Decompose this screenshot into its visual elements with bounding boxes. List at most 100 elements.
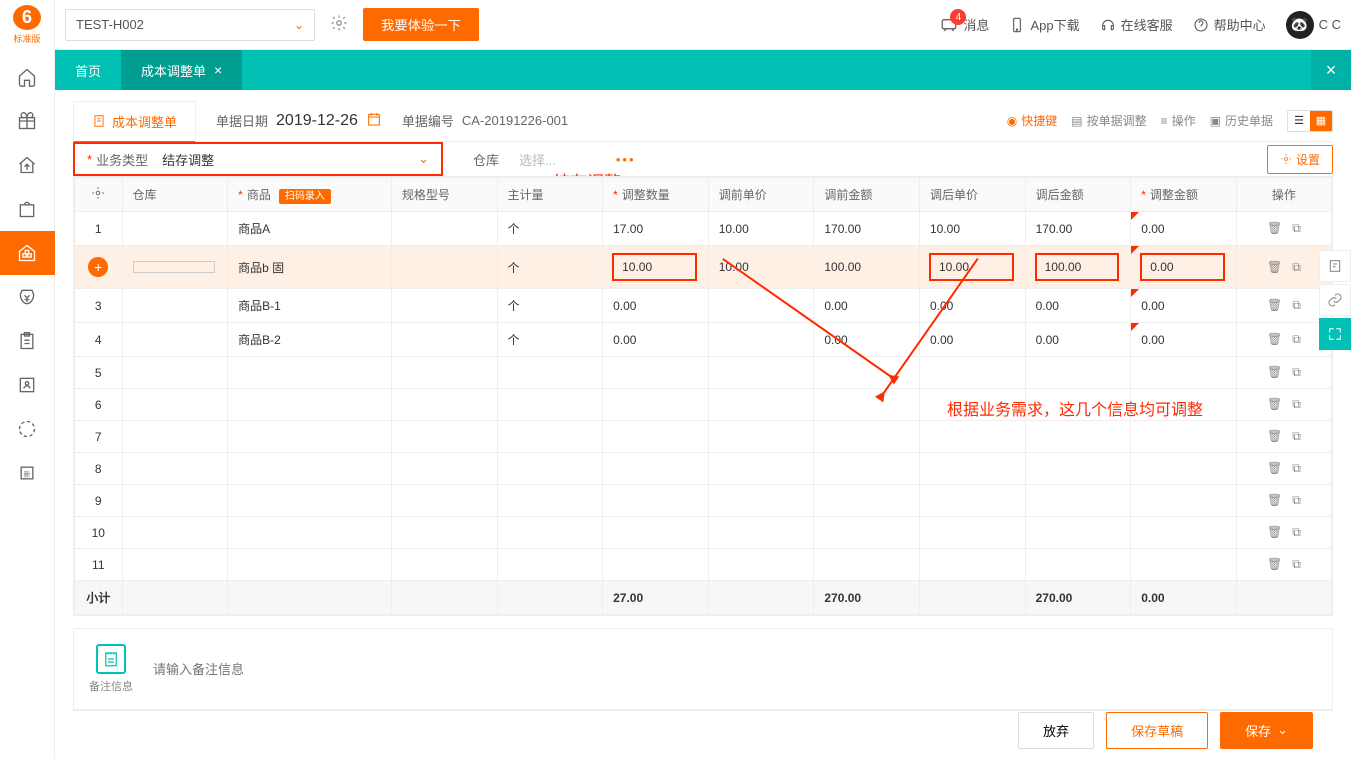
view-toggle[interactable]: ☰ ▦ (1287, 110, 1333, 132)
save-button[interactable]: 保存 ⌄ (1220, 712, 1313, 749)
user-menu[interactable]: 🐼 C C (1286, 11, 1341, 39)
try-button[interactable]: 我要体验一下 (363, 8, 479, 41)
copy-row-icon[interactable]: ⧉ (1292, 429, 1301, 444)
col-postprice[interactable]: 调后单价 (920, 178, 1026, 212)
nav-bag-icon[interactable] (0, 187, 55, 231)
date-value[interactable]: 2019-12-26 (276, 112, 358, 130)
nav-home-icon[interactable] (0, 55, 55, 99)
delete-row-icon[interactable]: 🗑 (1267, 429, 1282, 444)
settings-button[interactable]: 设置 (1267, 145, 1333, 174)
copy-row-icon[interactable]: ⧉ (1292, 298, 1301, 313)
scan-badge[interactable]: 扫码录入 (279, 189, 331, 204)
col-qty[interactable]: *调整数量 (603, 178, 709, 212)
col-spec[interactable]: 规格型号 (391, 178, 497, 212)
copy-row-icon[interactable]: ⧉ (1292, 332, 1301, 347)
product-cell[interactable]: 商品B-1 (228, 289, 392, 323)
col-preprice[interactable]: 调前单价 (708, 178, 814, 212)
copy-row-icon[interactable]: ⧉ (1292, 557, 1301, 572)
product-cell[interactable] (228, 357, 392, 389)
calendar-icon[interactable] (366, 111, 382, 130)
view-list-icon[interactable]: ☰ (1288, 111, 1310, 131)
copy-row-icon[interactable]: ⧉ (1292, 397, 1301, 412)
delete-row-icon[interactable]: 🗑 (1267, 461, 1282, 476)
col-preamt[interactable]: 调前金额 (814, 178, 920, 212)
delete-row-icon[interactable]: 🗑 (1267, 525, 1282, 540)
postamt-input[interactable]: 100.00 (1036, 254, 1119, 280)
document-tab[interactable]: 成本调整单 (73, 101, 196, 143)
dock-expand-icon[interactable] (1319, 318, 1351, 350)
delete-row-icon[interactable]: 🗑 (1267, 365, 1282, 380)
product-cell[interactable] (228, 517, 392, 549)
add-row-icon[interactable]: + (88, 257, 108, 277)
table-row[interactable]: 9 🗑⧉ (75, 485, 1332, 517)
table-row[interactable]: 8 🗑⧉ (75, 453, 1332, 485)
col-product[interactable]: *商品扫码录入 (228, 178, 392, 212)
table-row[interactable]: 7 🗑⧉ (75, 421, 1332, 453)
copy-row-icon[interactable]: ⧉ (1292, 221, 1301, 236)
copy-row-icon[interactable]: ⧉ (1292, 525, 1301, 540)
delete-row-icon[interactable]: 🗑 (1267, 260, 1282, 275)
nav-new-icon[interactable]: 新 (0, 451, 55, 495)
by-doc-link[interactable]: ▤ 按单据调整 (1071, 112, 1146, 129)
product-cell[interactable] (228, 389, 392, 421)
table-row[interactable]: 10 🗑⧉ (75, 517, 1332, 549)
tab-close-icon[interactable]: × (214, 62, 222, 78)
tab-cost-adjust[interactable]: 成本调整单 × (121, 50, 242, 90)
product-cell[interactable]: 商品A (228, 212, 392, 246)
delete-row-icon[interactable]: 🗑 (1267, 397, 1282, 412)
delete-row-icon[interactable]: 🗑 (1267, 298, 1282, 313)
nav-gift-icon[interactable] (0, 99, 55, 143)
copy-row-icon[interactable]: ⧉ (1292, 461, 1301, 476)
table-row[interactable]: 11 🗑⧉ (75, 549, 1332, 581)
col-settings-icon[interactable] (75, 178, 123, 212)
dock-note-icon[interactable] (1319, 250, 1351, 282)
col-postamt[interactable]: 调后金额 (1025, 178, 1131, 212)
delete-row-icon[interactable]: 🗑 (1267, 332, 1282, 347)
table-row[interactable]: + 商品b 固 个 10.00 10.00 100.00 10.00 100.0… (75, 246, 1332, 289)
adjamt-input[interactable]: 0.00 (1141, 254, 1224, 280)
col-warehouse[interactable]: 仓库 (122, 178, 228, 212)
more-dots-icon[interactable]: ••• (616, 152, 636, 167)
copy-row-icon[interactable]: ⧉ (1292, 260, 1301, 275)
product-cell[interactable]: 商品b 固 (228, 246, 392, 289)
delete-row-icon[interactable]: 🗑 (1267, 221, 1282, 236)
qty-input[interactable]: 10.00 (613, 254, 696, 280)
app-download-link[interactable]: App下载 (1009, 15, 1079, 34)
product-cell[interactable] (228, 485, 392, 517)
delete-row-icon[interactable]: 🗑 (1267, 557, 1282, 572)
history-link[interactable]: ▣ 历史单据 (1210, 112, 1273, 129)
nav-upload-icon[interactable] (0, 143, 55, 187)
product-cell[interactable] (228, 549, 392, 581)
view-grid-icon[interactable]: ▦ (1310, 111, 1332, 131)
copy-row-icon[interactable]: ⧉ (1292, 493, 1301, 508)
table-row[interactable]: 3 商品B-1 个 0.00 0.00 0.00 0.00 0.00 🗑⧉ (75, 289, 1332, 323)
product-cell[interactable] (228, 421, 392, 453)
table-row[interactable]: 4 商品B-2 个 0.00 0.00 0.00 0.00 0.00 🗑⧉ (75, 323, 1332, 357)
warehouse-input[interactable] (133, 261, 216, 273)
company-select[interactable]: TEST-H002 ⌄ (65, 9, 315, 41)
save-draft-button[interactable]: 保存草稿 (1106, 712, 1208, 749)
discard-button[interactable]: 放弃 (1018, 712, 1094, 749)
nav-sync-icon[interactable] (0, 407, 55, 451)
shortcut-link[interactable]: ◉ 快捷键 (1007, 112, 1058, 129)
gear-icon[interactable] (330, 14, 348, 35)
col-uom[interactable]: 主计量 (497, 178, 603, 212)
tab-home[interactable]: 首页 (55, 50, 121, 90)
nav-warehouse-icon[interactable] (0, 231, 55, 275)
help-link[interactable]: 帮助中心 (1193, 15, 1266, 34)
dock-link-icon[interactable] (1319, 284, 1351, 316)
business-type-select[interactable]: * 业务类型 结存调整 ⌄ (73, 142, 443, 176)
close-all-tabs-icon[interactable]: × (1311, 50, 1351, 90)
messages-link[interactable]: 消息 4 (940, 15, 989, 34)
copy-row-icon[interactable]: ⧉ (1292, 365, 1301, 380)
nav-money-icon[interactable] (0, 275, 55, 319)
table-row[interactable]: 1 商品A 个 17.00 10.00 170.00 10.00 170.00 … (75, 212, 1332, 246)
ops-link[interactable]: ≡ 操作 (1161, 112, 1196, 129)
nav-contact-icon[interactable] (0, 363, 55, 407)
warehouse-select[interactable]: 仓库 选择... ••• (473, 150, 636, 169)
col-adjamt[interactable]: *调整金额 (1131, 178, 1237, 212)
product-cell[interactable]: 商品B-2 (228, 323, 392, 357)
customer-service-link[interactable]: 在线客服 (1100, 15, 1173, 34)
product-cell[interactable] (228, 453, 392, 485)
remarks-input[interactable] (153, 662, 1317, 677)
